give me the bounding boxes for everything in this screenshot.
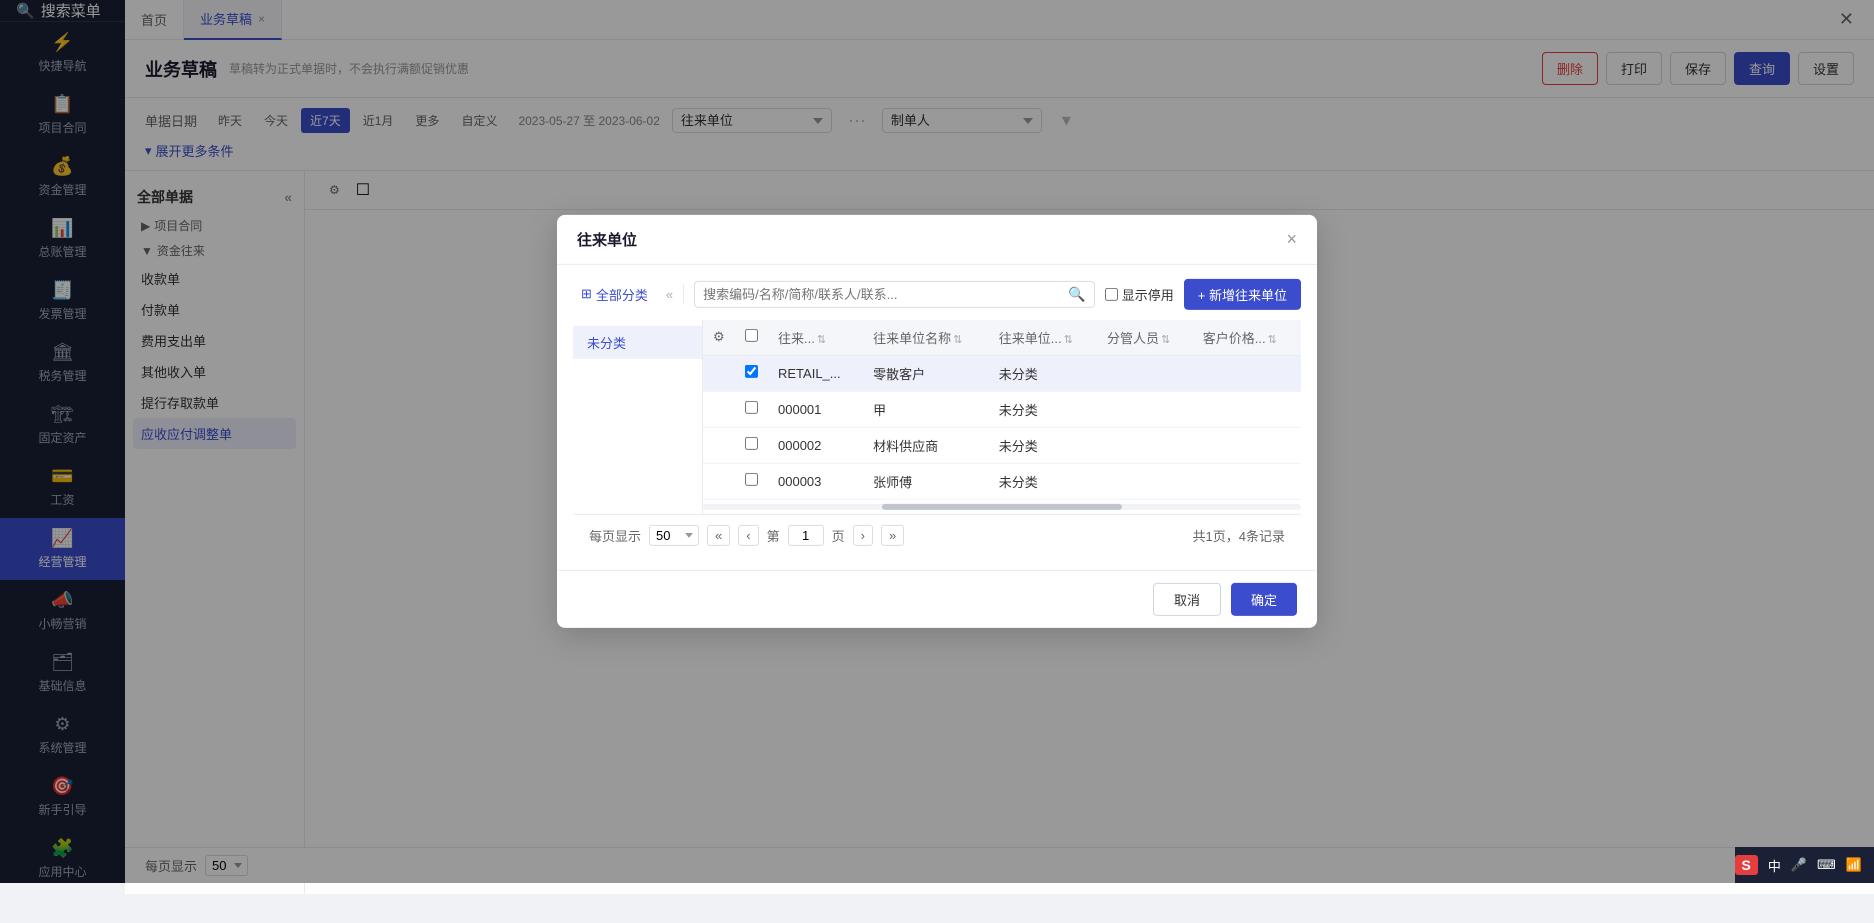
dialog-category-list: 未分类: [573, 319, 703, 513]
status-mic-icon: 🎤: [1791, 857, 1807, 873]
row-name: 张师傅: [863, 463, 989, 499]
row-settings: [703, 463, 735, 499]
confirm-button[interactable]: 确定: [1231, 582, 1297, 615]
table-row[interactable]: 000002 材料供应商 未分类: [703, 427, 1301, 463]
row-pricelevel: [1193, 427, 1301, 463]
category-item-unclassified[interactable]: 未分类: [573, 325, 702, 358]
next-page-button[interactable]: ›: [853, 524, 873, 545]
table-row[interactable]: RETAIL_... 零散客户 未分类: [703, 355, 1301, 391]
status-cn-label: 中: [1768, 856, 1781, 875]
dialog-body: ⊞ 全部分类 « 🔍 显示停用 + 新增往来单位 未分类: [557, 264, 1317, 569]
dialog-header: 往来单位 ×: [557, 214, 1317, 264]
total-records-label: 共1页，4条记录: [1193, 525, 1285, 544]
category-grid-icon: ⊞: [581, 286, 592, 302]
search-box[interactable]: 🔍: [694, 280, 1095, 307]
show-inactive-label[interactable]: 显示停用: [1105, 284, 1174, 303]
th-pricelevel: 客户价格...⇅: [1193, 319, 1301, 355]
dialog-toolbar: ⊞ 全部分类 « 🔍 显示停用 + 新增往来单位: [573, 278, 1301, 309]
row-pricelevel: [1193, 355, 1301, 391]
th-settings[interactable]: ⚙: [703, 319, 735, 355]
search-input[interactable]: [703, 286, 1062, 301]
row-name: 零散客户: [863, 355, 989, 391]
row-code: 000001: [768, 391, 863, 427]
row-name: 材料供应商: [863, 427, 989, 463]
row-checkbox[interactable]: [735, 355, 768, 391]
row-settings: [703, 427, 735, 463]
row-settings: [703, 355, 735, 391]
first-page-button[interactable]: «: [707, 524, 730, 545]
toolbar-divider: [683, 284, 684, 304]
category-all-label: 全部分类: [596, 284, 648, 303]
dialog-footer: 取消 确定: [557, 569, 1317, 627]
last-page-button[interactable]: »: [881, 524, 904, 545]
dialog-pagination: 每页显示 50 10 20 100 « ‹ 第 页 › » 共1页，4条记录: [573, 513, 1301, 555]
row-settings: [703, 391, 735, 427]
prev-page-button[interactable]: ‹: [738, 524, 758, 545]
table-header: ⚙ 往来...⇅ 往来单位名称⇅ 往来单位...⇅ 分管人员⇅ 客户价格...⇅: [703, 319, 1301, 355]
show-inactive-checkbox[interactable]: [1105, 287, 1118, 300]
row-manager: [1097, 427, 1193, 463]
row-checkbox[interactable]: [735, 463, 768, 499]
per-page-label: 每页显示: [589, 525, 641, 544]
table-row[interactable]: 000003 张师傅 未分类: [703, 463, 1301, 499]
th-name: 往来单位名称⇅: [863, 319, 989, 355]
dialog-scroll[interactable]: ⚙ 往来...⇅ 往来单位名称⇅ 往来单位...⇅ 分管人员⇅ 客户价格...⇅: [703, 319, 1301, 499]
cancel-button[interactable]: 取消: [1153, 582, 1221, 615]
row-pricelevel: [1193, 391, 1301, 427]
table-row[interactable]: 000001 甲 未分类: [703, 391, 1301, 427]
row-category: 未分类: [989, 355, 1097, 391]
select-all-checkbox[interactable]: [745, 329, 758, 342]
row-code: 000002: [768, 427, 863, 463]
row-pricelevel: [1193, 463, 1301, 499]
th-code: 往来...⇅: [768, 319, 863, 355]
dialog-content: 未分类 ⚙ 往来...⇅ 往来单位名称⇅ 往来单位...⇅: [573, 319, 1301, 513]
dialog-close-button[interactable]: ×: [1286, 230, 1297, 248]
page-suffix-label: 页: [832, 525, 845, 544]
row-category: 未分类: [989, 391, 1097, 427]
partner-table: ⚙ 往来...⇅ 往来单位名称⇅ 往来单位...⇅ 分管人员⇅ 客户价格...⇅: [703, 319, 1301, 499]
current-page-input[interactable]: [788, 524, 824, 545]
row-category: 未分类: [989, 427, 1097, 463]
partner-dialog: 往来单位 × ⊞ 全部分类 « 🔍 显示停用 + 新增往来单位: [557, 214, 1317, 627]
status-bar: S 中 🎤 ⌨ 📶: [1735, 847, 1874, 883]
row-category: 未分类: [989, 463, 1097, 499]
show-inactive-text: 显示停用: [1122, 284, 1174, 303]
row-manager: [1097, 391, 1193, 427]
th-category: 往来单位...⇅: [989, 319, 1097, 355]
category-collapse-button[interactable]: «: [666, 286, 673, 301]
add-new-partner-button[interactable]: + 新增往来单位: [1184, 278, 1301, 309]
th-checkbox[interactable]: [735, 319, 768, 355]
settings-icon: ⚙: [713, 329, 725, 344]
row-manager: [1097, 355, 1193, 391]
dialog-table-area: ⚙ 往来...⇅ 往来单位名称⇅ 往来单位...⇅ 分管人员⇅ 客户价格...⇅: [703, 319, 1301, 513]
row-checkbox[interactable]: [735, 391, 768, 427]
horizontal-scrollbar[interactable]: [703, 503, 1301, 509]
row-code: RETAIL_...: [768, 355, 863, 391]
per-page-select[interactable]: 50 10 20 100: [649, 524, 699, 545]
row-code: 000003: [768, 463, 863, 499]
row-name: 甲: [863, 391, 989, 427]
row-manager: [1097, 463, 1193, 499]
dialog-title: 往来单位: [577, 228, 637, 249]
page-prefix-label: 第: [767, 525, 780, 544]
search-icon: 🔍: [1068, 285, 1085, 302]
unclassified-label: 未分类: [587, 335, 626, 350]
th-manager: 分管人员⇅: [1097, 319, 1193, 355]
status-network-icon: 📶: [1846, 857, 1862, 873]
status-s-icon: S: [1735, 855, 1758, 875]
category-all-button[interactable]: ⊞ 全部分类: [573, 280, 656, 307]
scrollbar-thumb: [882, 503, 1121, 509]
row-checkbox[interactable]: [735, 427, 768, 463]
status-keyboard-icon: ⌨: [1817, 857, 1836, 873]
partner-table-body: RETAIL_... 零散客户 未分类 000001 甲 未分类 000002 …: [703, 355, 1301, 499]
